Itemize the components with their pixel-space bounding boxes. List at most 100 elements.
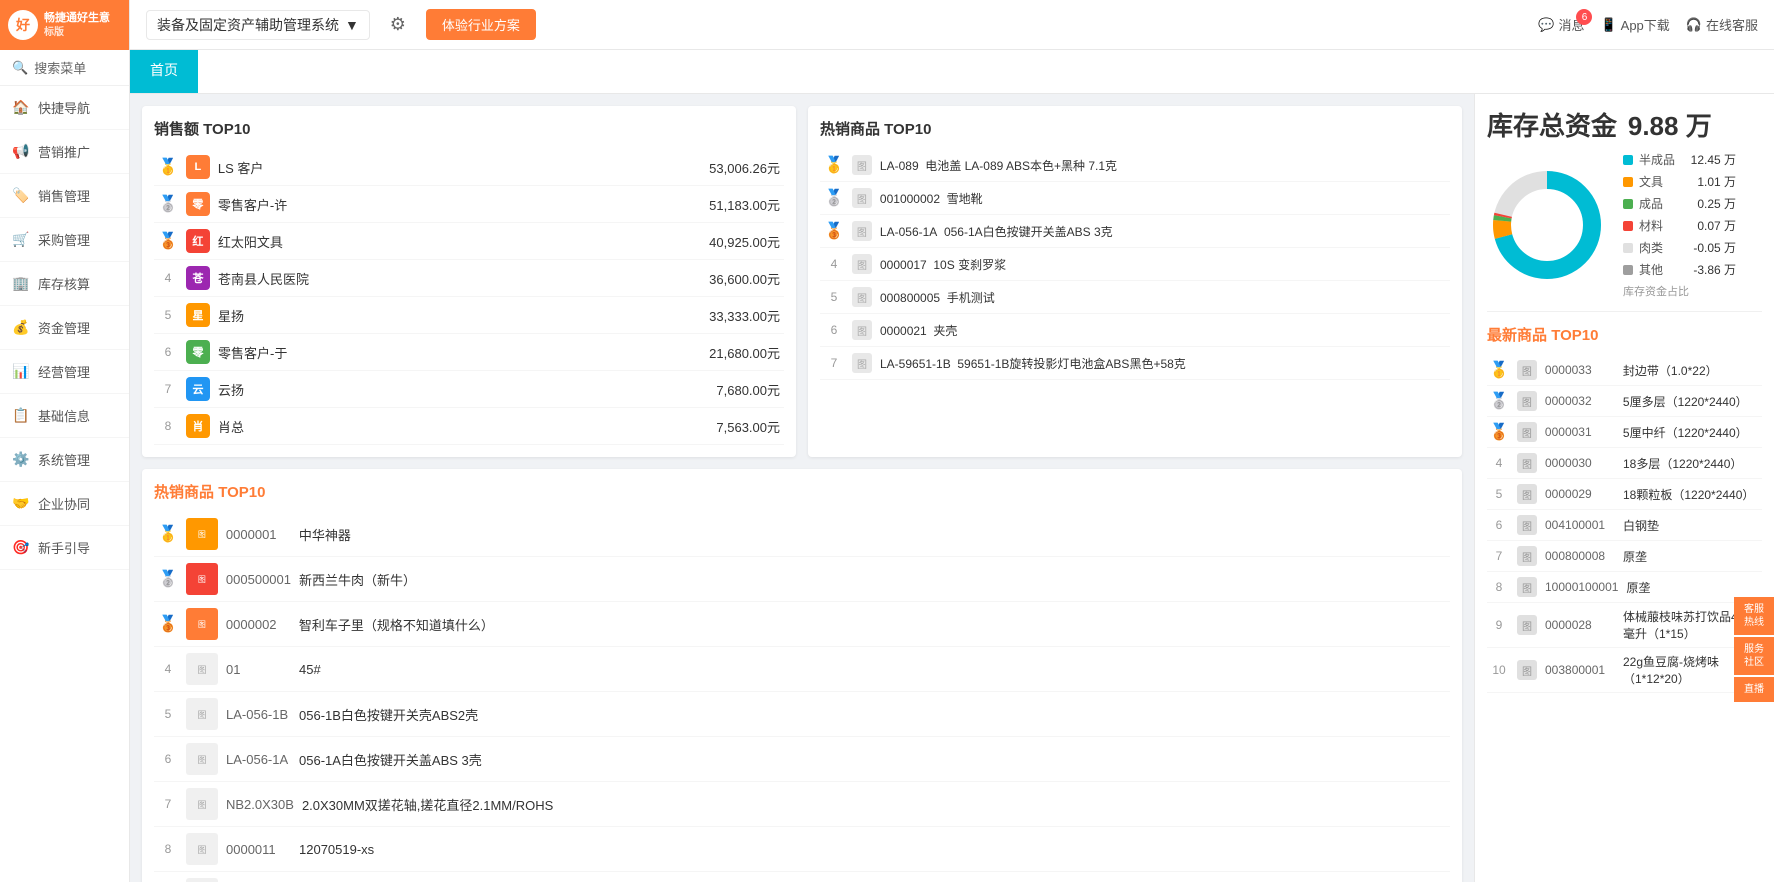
- cs-hotline-button[interactable]: 客服热线: [1734, 597, 1774, 635]
- customer-list-item: 🥉 红 红太阳文具 40,925.00元: [154, 223, 784, 260]
- sidebar-item-kuaijiedaohang[interactable]: 🏠 快捷导航: [0, 86, 129, 130]
- product-icon: 图: [1517, 515, 1537, 535]
- latest-products-title: 最新商品 TOP10: [1487, 324, 1762, 345]
- dashboard-right: 库存总资金 9.88 万: [1474, 94, 1774, 882]
- sidebar-item-jichuxxinxi[interactable]: 📋 基础信息: [0, 394, 129, 438]
- customer-list-item: 🥇 L LS 客户 53,006.26元: [154, 149, 784, 186]
- product-placeholder: 图: [186, 833, 218, 865]
- latest-product-item: 8 图 10000100001 原垄: [1487, 572, 1762, 603]
- customer-list-item: 8 肖 肖总 7,563.00元: [154, 408, 784, 445]
- top-lists-section: 销售额 TOP10 🥇 L LS 客户 53,006.26元 🥈 零 零售客户-…: [142, 106, 1462, 457]
- latest-products-section: 最新商品 TOP10 🥇 图 0000033 封边带（1.0*22） 🥈 图 0…: [1487, 324, 1762, 693]
- hot-products-list: 🥇 图 0000001 中华神器 🥈 图 000500001 新西兰牛肉（新牛）…: [154, 512, 1450, 882]
- product-icon: 图: [1517, 577, 1537, 597]
- product-image: 图: [186, 608, 218, 640]
- product-icon: 图: [1517, 453, 1537, 473]
- legend-dot: [1623, 177, 1633, 187]
- sales-icon: 🏷️: [12, 187, 30, 205]
- content-tabs: 首页: [130, 50, 1774, 94]
- hot-product-item: 4 图 01 45#: [154, 647, 1450, 692]
- guide-icon: 🎯: [12, 539, 30, 557]
- product-placeholder: 图: [186, 653, 218, 685]
- product-sales-item: 🥉 图 LA-056-1A 056-1A白色按键开关盖ABS 3克: [820, 215, 1450, 248]
- cs-community-button[interactable]: 服务社区: [1734, 637, 1774, 675]
- product-sales-item: 🥇 图 LA-089 电池盖 LA-089 ABS本色+黑种 7.1克: [820, 149, 1450, 182]
- dashboard-main: 销售额 TOP10 🥇 L LS 客户 53,006.26元 🥈 零 零售客户-…: [130, 94, 1474, 882]
- message-button[interactable]: 💬 消息 6: [1538, 15, 1584, 34]
- product-icon: 图: [1517, 484, 1537, 504]
- product-image: 图: [186, 563, 218, 595]
- legend-dot: [1623, 199, 1633, 209]
- tab-homepage[interactable]: 首页: [130, 50, 198, 93]
- product-placeholder: 图: [186, 878, 218, 882]
- inventory-legend: 半成品 12.45 万 文具 1.01 万 成品 0.25 万: [1623, 151, 1736, 299]
- sidebar-item-xitongguanli[interactable]: ⚙️ 系统管理: [0, 438, 129, 482]
- purchase-icon: 🛒: [12, 231, 30, 249]
- search-icon: 🔍: [12, 60, 28, 76]
- latest-product-item: 7 图 000800008 原垄: [1487, 541, 1762, 572]
- message-icon: 💬: [1538, 17, 1554, 33]
- latest-product-item: 🥈 图 0000032 5厘多层（1220*2440）: [1487, 386, 1762, 417]
- top-customers-card: 销售额 TOP10 🥇 L LS 客户 53,006.26元 🥈 零 零售客户-…: [142, 106, 796, 457]
- hot-product-item: 🥉 图 0000002 智利车子里（规格不知道填什么）: [154, 602, 1450, 647]
- latest-product-item: 9 图 0000028 体械菔枝味苏打饮品400毫升（1*15）: [1487, 603, 1762, 648]
- inventory-icon: 🏢: [12, 275, 30, 293]
- product-sales-item: 🥈 图 001000002 雪地靴: [820, 182, 1450, 215]
- collab-icon: 🤝: [12, 495, 30, 513]
- product-sales-item: 5 图 000800005 手机测试: [820, 281, 1450, 314]
- product-icon: 图: [1517, 615, 1537, 635]
- cs-buttons: 客服热线 服务社区 直播: [1734, 597, 1774, 702]
- hot-product-item: 5 图 LA-056-1B 056-1B白色按键开关壳ABS2壳: [154, 692, 1450, 737]
- trial-button[interactable]: 体验行业方案: [426, 9, 536, 40]
- logo-text: 畅捷通好生意 标版: [44, 11, 110, 38]
- cs-live-button[interactable]: 直播: [1734, 677, 1774, 702]
- customer-list: 🥇 L LS 客户 53,006.26元 🥈 零 零售客户-许 51,183.0…: [154, 149, 784, 445]
- hot-product-item: 🥇 图 0000001 中华神器: [154, 512, 1450, 557]
- hot-product-item: 6 图 LA-056-1A 056-1A白色按键开关盖ABS 3壳: [154, 737, 1450, 782]
- legend-dot: [1623, 243, 1633, 253]
- product-placeholder: 图: [186, 788, 218, 820]
- customer-list-item: 6 零 零售客户-于 21,680.00元: [154, 334, 784, 371]
- product-sales-item: 6 图 0000021 夹壳: [820, 314, 1450, 347]
- latest-products-list: 🥇 图 0000033 封边带（1.0*22） 🥈 图 0000032 5厘多层…: [1487, 355, 1762, 693]
- sidebar-item-jingyingguanli[interactable]: 📊 经营管理: [0, 350, 129, 394]
- logo-icon: 好: [8, 10, 38, 40]
- product-placeholder: 图: [186, 743, 218, 775]
- sidebar-item-xinshouyindao[interactable]: 🎯 新手引导: [0, 526, 129, 570]
- online-service-button[interactable]: 🎧 在线客服: [1686, 15, 1758, 34]
- hot-product-item: 9 图 KK-SD22110H 花语萌恒温分腿睡袋（厚款）: [154, 872, 1450, 882]
- hot-products-card: 热销商品 TOP10 🥇 图 0000001 中华神器 🥈 图 00050000…: [142, 469, 1462, 882]
- main-area: 装备及固定资产辅助管理系统 ▼ ⚙ 体验行业方案 💬 消息 6 📱 App下载 …: [130, 0, 1774, 882]
- customer-list-item: 5 星 星扬 33,333.00元: [154, 297, 784, 334]
- latest-product-item: 🥉 图 0000031 5厘中纤（1220*2440）: [1487, 417, 1762, 448]
- top-products-sales-title: 热销商品 TOP10: [820, 118, 1450, 139]
- app-download-button[interactable]: 📱 App下载: [1600, 15, 1669, 34]
- customer-list-item: 🥈 零 零售客户-许 51,183.00元: [154, 186, 784, 223]
- legend-item: 文具 1.01 万: [1623, 173, 1736, 190]
- hot-product-item: 7 图 NB2.0X30B 2.0X30MM双搓花轴,搓花直径2.1MM/ROH…: [154, 782, 1450, 827]
- product-icon: 图: [1517, 660, 1537, 680]
- product-placeholder: 图: [186, 698, 218, 730]
- home-icon: 🏠: [12, 99, 30, 117]
- hot-product-item: 🥈 图 000500001 新西兰牛肉（新牛）: [154, 557, 1450, 602]
- customer-list-item: 7 云 云扬 7,680.00元: [154, 371, 784, 408]
- sidebar-item-caigouguanli[interactable]: 🛒 采购管理: [0, 218, 129, 262]
- product-icon: 图: [1517, 360, 1537, 380]
- sidebar-item-yingxiaotuiguang[interactable]: 📢 营销推广: [0, 130, 129, 174]
- product-icon: 图: [1517, 391, 1537, 411]
- inventory-total: 库存总资金 9.88 万: [1487, 106, 1762, 143]
- top-bar: 装备及固定资产辅助管理系统 ▼ ⚙ 体验行业方案 💬 消息 6 📱 App下载 …: [130, 0, 1774, 50]
- sidebar-item-qiyexietong[interactable]: 🤝 企业协同: [0, 482, 129, 526]
- latest-product-item: 🥇 图 0000033 封边带（1.0*22）: [1487, 355, 1762, 386]
- latest-product-item: 4 图 0000030 18多层（1220*2440）: [1487, 448, 1762, 479]
- marketing-icon: 📢: [12, 143, 30, 161]
- top-customers-title: 销售额 TOP10: [154, 118, 784, 139]
- system-selector[interactable]: 装备及固定资产辅助管理系统 ▼: [146, 10, 370, 40]
- sidebar-item-zijinguanli[interactable]: 💰 资金管理: [0, 306, 129, 350]
- donut-wrapper: 半成品 12.45 万 文具 1.01 万 成品 0.25 万: [1487, 151, 1762, 299]
- search-menu[interactable]: 🔍 搜索菜单: [0, 50, 129, 86]
- product-image: 图: [186, 518, 218, 550]
- sidebar-item-xiaoshouguanli[interactable]: 🏷️ 销售管理: [0, 174, 129, 218]
- settings-button[interactable]: ⚙: [382, 9, 414, 41]
- sidebar-item-kucunhesuan[interactable]: 🏢 库存核算: [0, 262, 129, 306]
